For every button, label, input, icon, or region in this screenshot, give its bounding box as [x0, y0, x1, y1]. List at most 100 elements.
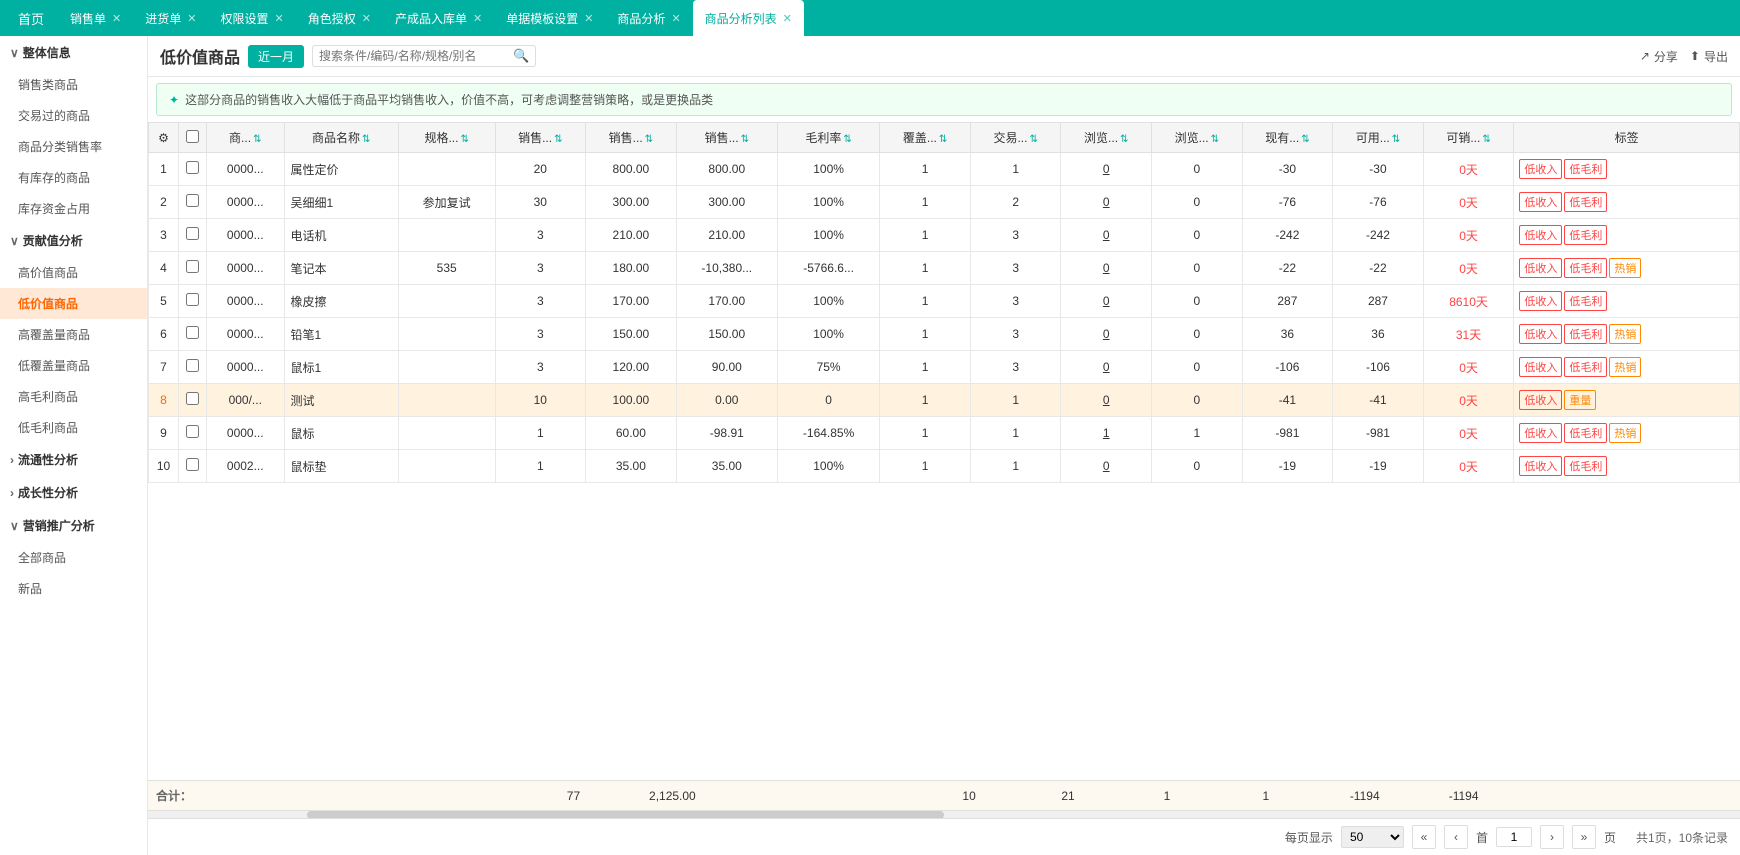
date-filter-button[interactable]: 近一月 — [248, 45, 304, 68]
close-icon[interactable]: ✕ — [187, 12, 196, 25]
row-browse1: 0 — [1061, 285, 1152, 318]
page-number-input[interactable] — [1496, 827, 1532, 847]
sidebar-section-marketing[interactable]: ∨ 营销推广分析 — [0, 509, 147, 542]
sidebar-item-all-products[interactable]: 全部商品 — [0, 542, 147, 573]
sidebar-item-sales-products[interactable]: 销售类商品 — [0, 69, 147, 100]
nav-product-analysis[interactable]: 商品分析✕ — [605, 0, 692, 36]
prev-page-button[interactable]: ‹ — [1444, 825, 1468, 849]
nav-purchase-order[interactable]: 进货单✕ — [133, 0, 208, 36]
close-icon[interactable]: ✕ — [671, 12, 680, 25]
browse1-link[interactable]: 0 — [1103, 459, 1110, 473]
close-icon[interactable]: ✕ — [275, 12, 284, 25]
select-all-checkbox[interactable] — [186, 130, 199, 143]
sidebar-item-low-coverage[interactable]: 低覆盖量商品 — [0, 350, 147, 381]
sidebar-section-growth[interactable]: › 成长性分析 — [0, 476, 147, 509]
row-checkbox[interactable] — [186, 359, 199, 372]
search-icon[interactable]: 🔍 — [513, 48, 529, 64]
close-icon[interactable]: ✕ — [473, 12, 482, 25]
col-sale-qty[interactable]: 销售...⇅ — [495, 123, 586, 153]
row-sale-cost: 800.00 — [676, 153, 777, 186]
row-current: 287 — [1242, 285, 1333, 318]
col-trade[interactable]: 交易...⇅ — [970, 123, 1061, 153]
close-icon[interactable]: ✕ — [584, 12, 593, 25]
nav-product-inbound[interactable]: 产成品入库单✕ — [383, 0, 494, 36]
browse1-link[interactable]: 0 — [1103, 162, 1110, 176]
page-size-select[interactable]: 50 100 200 — [1341, 826, 1404, 848]
close-icon[interactable]: ✕ — [362, 12, 371, 25]
col-sale-cost[interactable]: 销售...⇅ — [676, 123, 777, 153]
row-margin: 100% — [777, 219, 879, 252]
sidebar-item-category-sales-rate[interactable]: 商品分类销售率 — [0, 131, 147, 162]
browse1-link[interactable]: 1 — [1103, 426, 1110, 440]
col-code[interactable]: 商...⇅ — [207, 123, 285, 153]
row-checkbox[interactable] — [186, 227, 199, 240]
last-page-button[interactable]: » — [1572, 825, 1596, 849]
top-navigation: 首页 销售单✕ 进货单✕ 权限设置✕ 角色授权✕ 产成品入库单✕ 单据模板设置✕… — [0, 0, 1740, 36]
row-sale-amt: 150.00 — [586, 318, 677, 351]
col-sale-amt[interactable]: 销售...⇅ — [586, 123, 677, 153]
browse1-link[interactable]: 0 — [1103, 195, 1110, 209]
sidebar-item-stock-capital[interactable]: 库存资金占用 — [0, 193, 147, 224]
row-sale-qty: 3 — [495, 285, 586, 318]
row-checkbox[interactable] — [186, 194, 199, 207]
browse1-link[interactable]: 0 — [1103, 360, 1110, 374]
row-tags: 低收入低毛利热销 — [1514, 318, 1740, 351]
share-button[interactable]: ↗ 分享 — [1640, 48, 1678, 65]
tag-badge: 低收入 — [1519, 423, 1562, 443]
nav-permission-settings[interactable]: 权限设置✕ — [208, 0, 295, 36]
row-margin: 75% — [777, 351, 879, 384]
export-icon: ⬆ — [1690, 49, 1700, 63]
col-current[interactable]: 现有...⇅ — [1242, 123, 1333, 153]
sidebar-item-stocked-products[interactable]: 有库存的商品 — [0, 162, 147, 193]
row-checkbox[interactable] — [186, 392, 199, 405]
search-input[interactable] — [319, 49, 509, 63]
col-browse2[interactable]: 浏览...⇅ — [1152, 123, 1243, 153]
nav-product-analysis-list[interactable]: 商品分析列表✕ — [693, 0, 804, 36]
browse1-link[interactable]: 0 — [1103, 327, 1110, 341]
sidebar-section-overall[interactable]: ∨ 整体信息 — [0, 36, 147, 69]
horizontal-scrollbar[interactable] — [148, 810, 1740, 818]
next-page-button[interactable]: › — [1540, 825, 1564, 849]
row-checkbox[interactable] — [186, 161, 199, 174]
col-saleable[interactable]: 可销...⇅ — [1423, 123, 1514, 153]
col-browse1[interactable]: 浏览...⇅ — [1061, 123, 1152, 153]
row-checkbox[interactable] — [186, 293, 199, 306]
row-margin: -5766.6... — [777, 252, 879, 285]
browse1-link[interactable]: 0 — [1103, 294, 1110, 308]
row-available: -19 — [1333, 450, 1424, 483]
nav-template-settings[interactable]: 单据模板设置✕ — [494, 0, 605, 36]
footer-sale-qty: 77 — [524, 789, 623, 803]
first-page-button[interactable]: « — [1412, 825, 1436, 849]
browse1-link[interactable]: 0 — [1103, 393, 1110, 407]
close-icon[interactable]: ✕ — [783, 12, 792, 25]
row-checkbox[interactable] — [186, 326, 199, 339]
sidebar-item-low-value[interactable]: 低价值商品 — [0, 288, 147, 319]
browse1-link[interactable]: 0 — [1103, 261, 1110, 275]
sidebar-item-high-coverage[interactable]: 高覆盖量商品 — [0, 319, 147, 350]
sidebar-item-high-value[interactable]: 高价值商品 — [0, 257, 147, 288]
row-current: -106 — [1242, 351, 1333, 384]
nav-role-auth[interactable]: 角色授权✕ — [296, 0, 383, 36]
sidebar-section-contribution[interactable]: ∨ 贡献值分析 — [0, 224, 147, 257]
col-settings[interactable]: ⚙ — [149, 123, 179, 153]
row-checkbox[interactable] — [186, 425, 199, 438]
sidebar-item-traded-products[interactable]: 交易过的商品 — [0, 100, 147, 131]
close-icon[interactable]: ✕ — [112, 12, 121, 25]
page-size-label: 每页显示 — [1285, 829, 1333, 846]
nav-home[interactable]: 首页 — [4, 0, 58, 36]
sidebar-section-liquidity[interactable]: › 流通性分析 — [0, 443, 147, 476]
col-name[interactable]: 商品名称⇅ — [284, 123, 398, 153]
col-available[interactable]: 可用...⇅ — [1333, 123, 1424, 153]
col-coverage[interactable]: 覆盖...⇅ — [880, 123, 971, 153]
sidebar-item-new-products[interactable]: 新品 — [0, 573, 147, 604]
col-margin[interactable]: 毛利率⇅ — [777, 123, 879, 153]
browse1-link[interactable]: 0 — [1103, 228, 1110, 242]
col-spec[interactable]: 规格...⇅ — [398, 123, 495, 153]
nav-sales-order[interactable]: 销售单✕ — [58, 0, 133, 36]
row-sale-qty: 3 — [495, 351, 586, 384]
row-checkbox[interactable] — [186, 260, 199, 273]
row-checkbox[interactable] — [186, 458, 199, 471]
sidebar-item-low-profit[interactable]: 低毛利商品 — [0, 412, 147, 443]
export-button[interactable]: ⬆ 导出 — [1690, 48, 1728, 65]
sidebar-item-high-profit[interactable]: 高毛利商品 — [0, 381, 147, 412]
